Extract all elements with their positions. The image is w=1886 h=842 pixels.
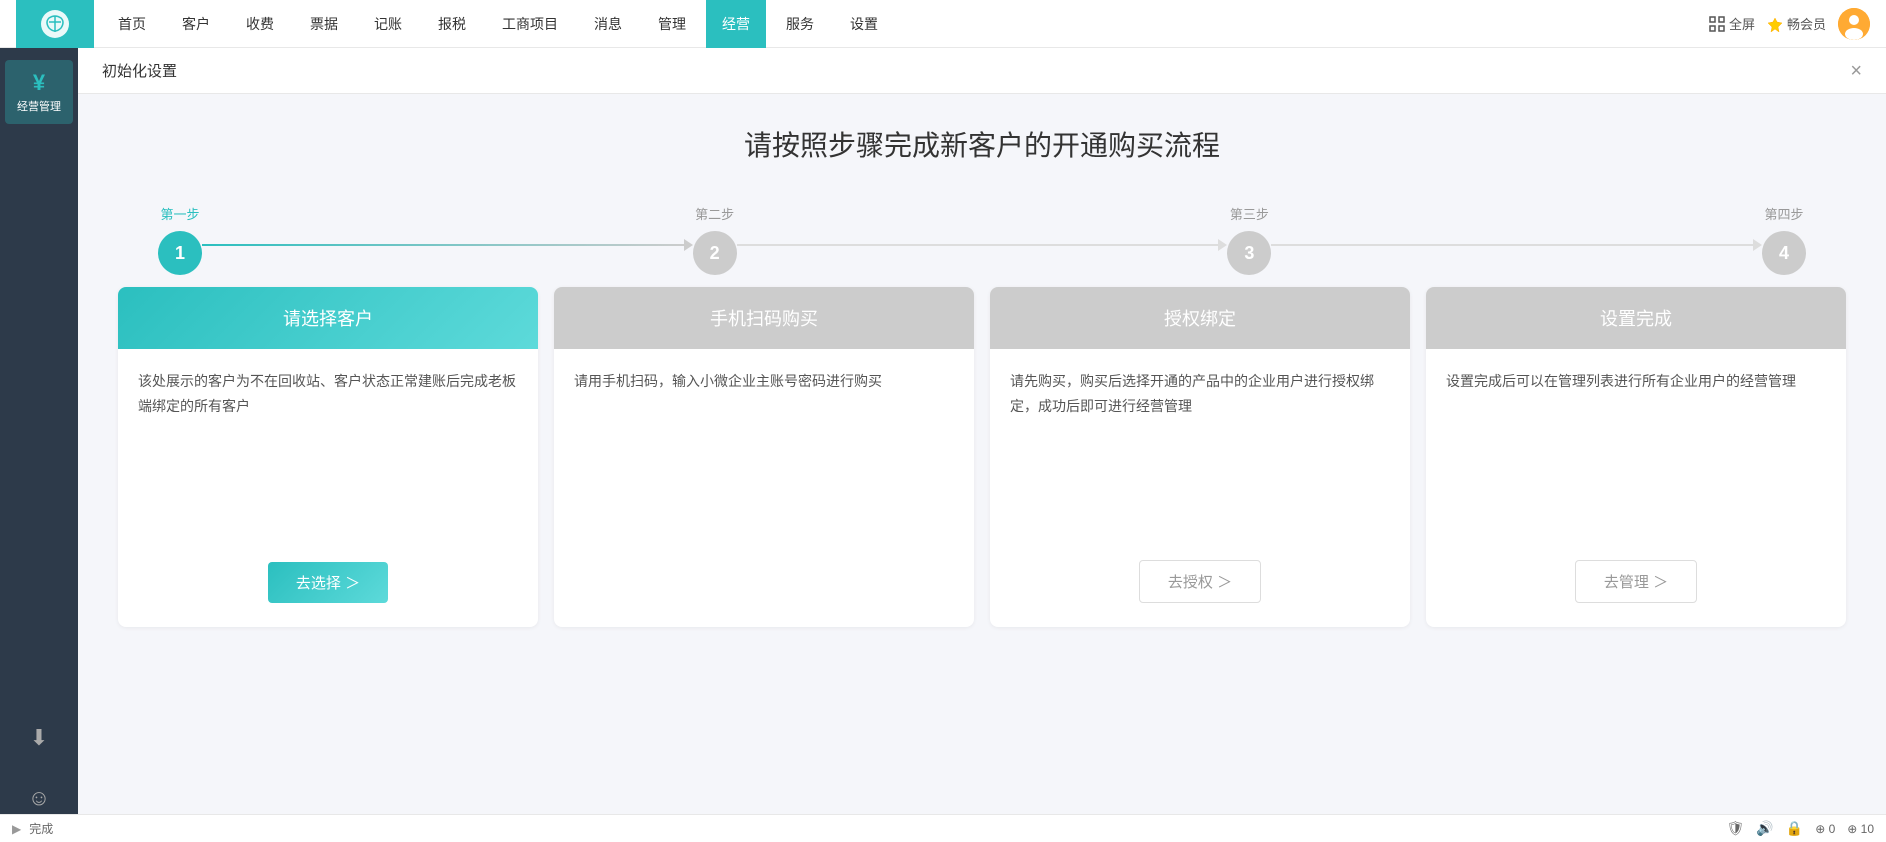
connector-2-3 (737, 239, 1228, 251)
nav-bills[interactable]: 票据 (294, 0, 354, 48)
nav-home[interactable]: 首页 (102, 0, 162, 48)
card-2: 手机扫码购买 请用手机扫码，输入小微企业主账号密码进行购买 (554, 287, 974, 627)
card-2-footer (554, 587, 974, 627)
step-1-wrapper: 第一步 1 (158, 204, 202, 275)
step-3-label: 第三步 (1230, 204, 1269, 223)
card-2-body: 请用手机扫码，输入小微企业主账号密码进行购买 (554, 349, 974, 587)
main-content: 初始化设置 × 请按照步骤完成新客户的开通购买流程 第一步 1 (78, 48, 1886, 842)
card-3-body: 请先购买，购买后选择开通的产品中的企业用户进行授权绑定，成功后即可进行经营管理 (990, 349, 1410, 544)
step-2-circle: 2 (693, 231, 737, 275)
card-4-footer: 去管理 ＞ (1426, 544, 1846, 627)
sidebar: ¥ 经营管理 ⬇ ☺ (0, 48, 78, 842)
app-logo (16, 0, 94, 48)
cards-row: 请选择客户 该处展示的客户为不在回收站、客户状态正常建账后完成老板端绑定的所有客… (118, 287, 1846, 627)
nav-settings[interactable]: 设置 (834, 0, 894, 48)
status-bar: ▶ 完成 🛡 🔊 🔒 ⊕ 0 ⊕ 10 (0, 814, 1886, 842)
connector-3-4 (1271, 239, 1762, 251)
volume-icon: 🔊 (1756, 820, 1773, 837)
card-1-footer: 去选择 ＞ (118, 546, 538, 627)
card-3-header: 授权绑定 (990, 287, 1410, 349)
page-header: 初始化设置 × (78, 48, 1886, 94)
card-4-header: 设置完成 (1426, 287, 1846, 349)
status-count-1: ⊕ 0 (1815, 822, 1835, 836)
fullscreen-btn[interactable]: 全屏 (1709, 14, 1755, 33)
main-layout: ¥ 经营管理 ⬇ ☺ 初始化设置 × 请按照步骤完成新客户的开通购买流程 第一步… (0, 48, 1886, 842)
status-count-2: ⊕ 10 (1847, 822, 1874, 836)
card-4-btn[interactable]: 去管理 ＞ (1575, 560, 1697, 603)
nav-fee[interactable]: 收费 (230, 0, 290, 48)
sidebar-item-label: 经营管理 (17, 100, 61, 114)
card-1-body: 该处展示的客户为不在回收站、客户状态正常建账后完成老板端绑定的所有客户 (118, 349, 538, 546)
nav-manage[interactable]: 管理 (642, 0, 702, 48)
lock-icon: 🔒 (1786, 820, 1803, 837)
nav-operation[interactable]: 经营 (706, 0, 766, 48)
content-area: 请按照步骤完成新客户的开通购买流程 第一步 1 第二步 (78, 94, 1886, 657)
nav-right-actions: 全屏 畅会员 (1709, 8, 1870, 40)
nav-customer[interactable]: 客户 (166, 0, 226, 48)
card-4-body: 设置完成后可以在管理列表进行所有企业用户的经营管理 (1426, 349, 1846, 544)
step-1-circle: 1 (158, 231, 202, 275)
sidebar-item-operation[interactable]: ¥ 经营管理 (5, 60, 73, 124)
card-3-btn[interactable]: 去授权 ＞ (1139, 560, 1261, 603)
top-navigation: 首页 客户 收费 票据 记账 报税 工商项目 消息 管理 经营 服务 设置 全屏… (0, 0, 1886, 48)
card-4: 设置完成 设置完成后可以在管理列表进行所有企业用户的经营管理 去管理 ＞ (1426, 287, 1846, 627)
play-icon: ▶ (12, 822, 21, 836)
card-1: 请选择客户 该处展示的客户为不在回收站、客户状态正常建账后完成老板端绑定的所有客… (118, 287, 538, 627)
nav-tax[interactable]: 报税 (422, 0, 482, 48)
card-3: 授权绑定 请先购买，购买后选择开通的产品中的企业用户进行授权绑定，成功后即可进行… (990, 287, 1410, 627)
user-avatar[interactable] (1838, 8, 1870, 40)
step-4-wrapper: 第四步 4 (1762, 204, 1806, 275)
card-3-footer: 去授权 ＞ (990, 544, 1410, 627)
step-4-label: 第四步 (1765, 204, 1804, 223)
card-1-header: 请选择客户 (118, 287, 538, 349)
membership-btn[interactable]: 畅会员 (1767, 14, 1826, 33)
nav-items: 首页 客户 收费 票据 记账 报税 工商项目 消息 管理 经营 服务 设置 (94, 0, 1709, 48)
step-3-circle: 3 (1227, 231, 1271, 275)
fullscreen-label: 全屏 (1729, 14, 1755, 33)
step-1-label: 第一步 (160, 204, 199, 223)
step-4-circle: 4 (1762, 231, 1806, 275)
nav-service[interactable]: 服务 (770, 0, 830, 48)
status-bar-right: 🛡 🔊 🔒 ⊕ 0 ⊕ 10 (1727, 820, 1874, 837)
card-2-header: 手机扫码购买 (554, 287, 974, 349)
status-text: 完成 (29, 820, 53, 837)
step-2-wrapper: 第二步 2 (693, 204, 737, 275)
step-2-label: 第二步 (695, 204, 734, 223)
page-title: 初始化设置 (102, 60, 177, 81)
card-1-btn[interactable]: 去选择 ＞ (268, 562, 388, 603)
operation-icon: ¥ (33, 70, 45, 96)
nav-bookkeeping[interactable]: 记账 (358, 0, 418, 48)
sidebar-download-btn[interactable]: ⬇ (15, 714, 63, 762)
nav-message[interactable]: 消息 (578, 0, 638, 48)
connector-1-2 (202, 239, 693, 251)
nav-business[interactable]: 工商项目 (486, 0, 574, 48)
close-button[interactable]: × (1850, 61, 1862, 81)
membership-label: 畅会员 (1787, 14, 1826, 33)
main-title: 请按照步骤完成新客户的开通购买流程 (118, 124, 1846, 164)
shield-icon: 🛡 (1727, 820, 1745, 837)
step-3-wrapper: 第三步 3 (1227, 204, 1271, 275)
